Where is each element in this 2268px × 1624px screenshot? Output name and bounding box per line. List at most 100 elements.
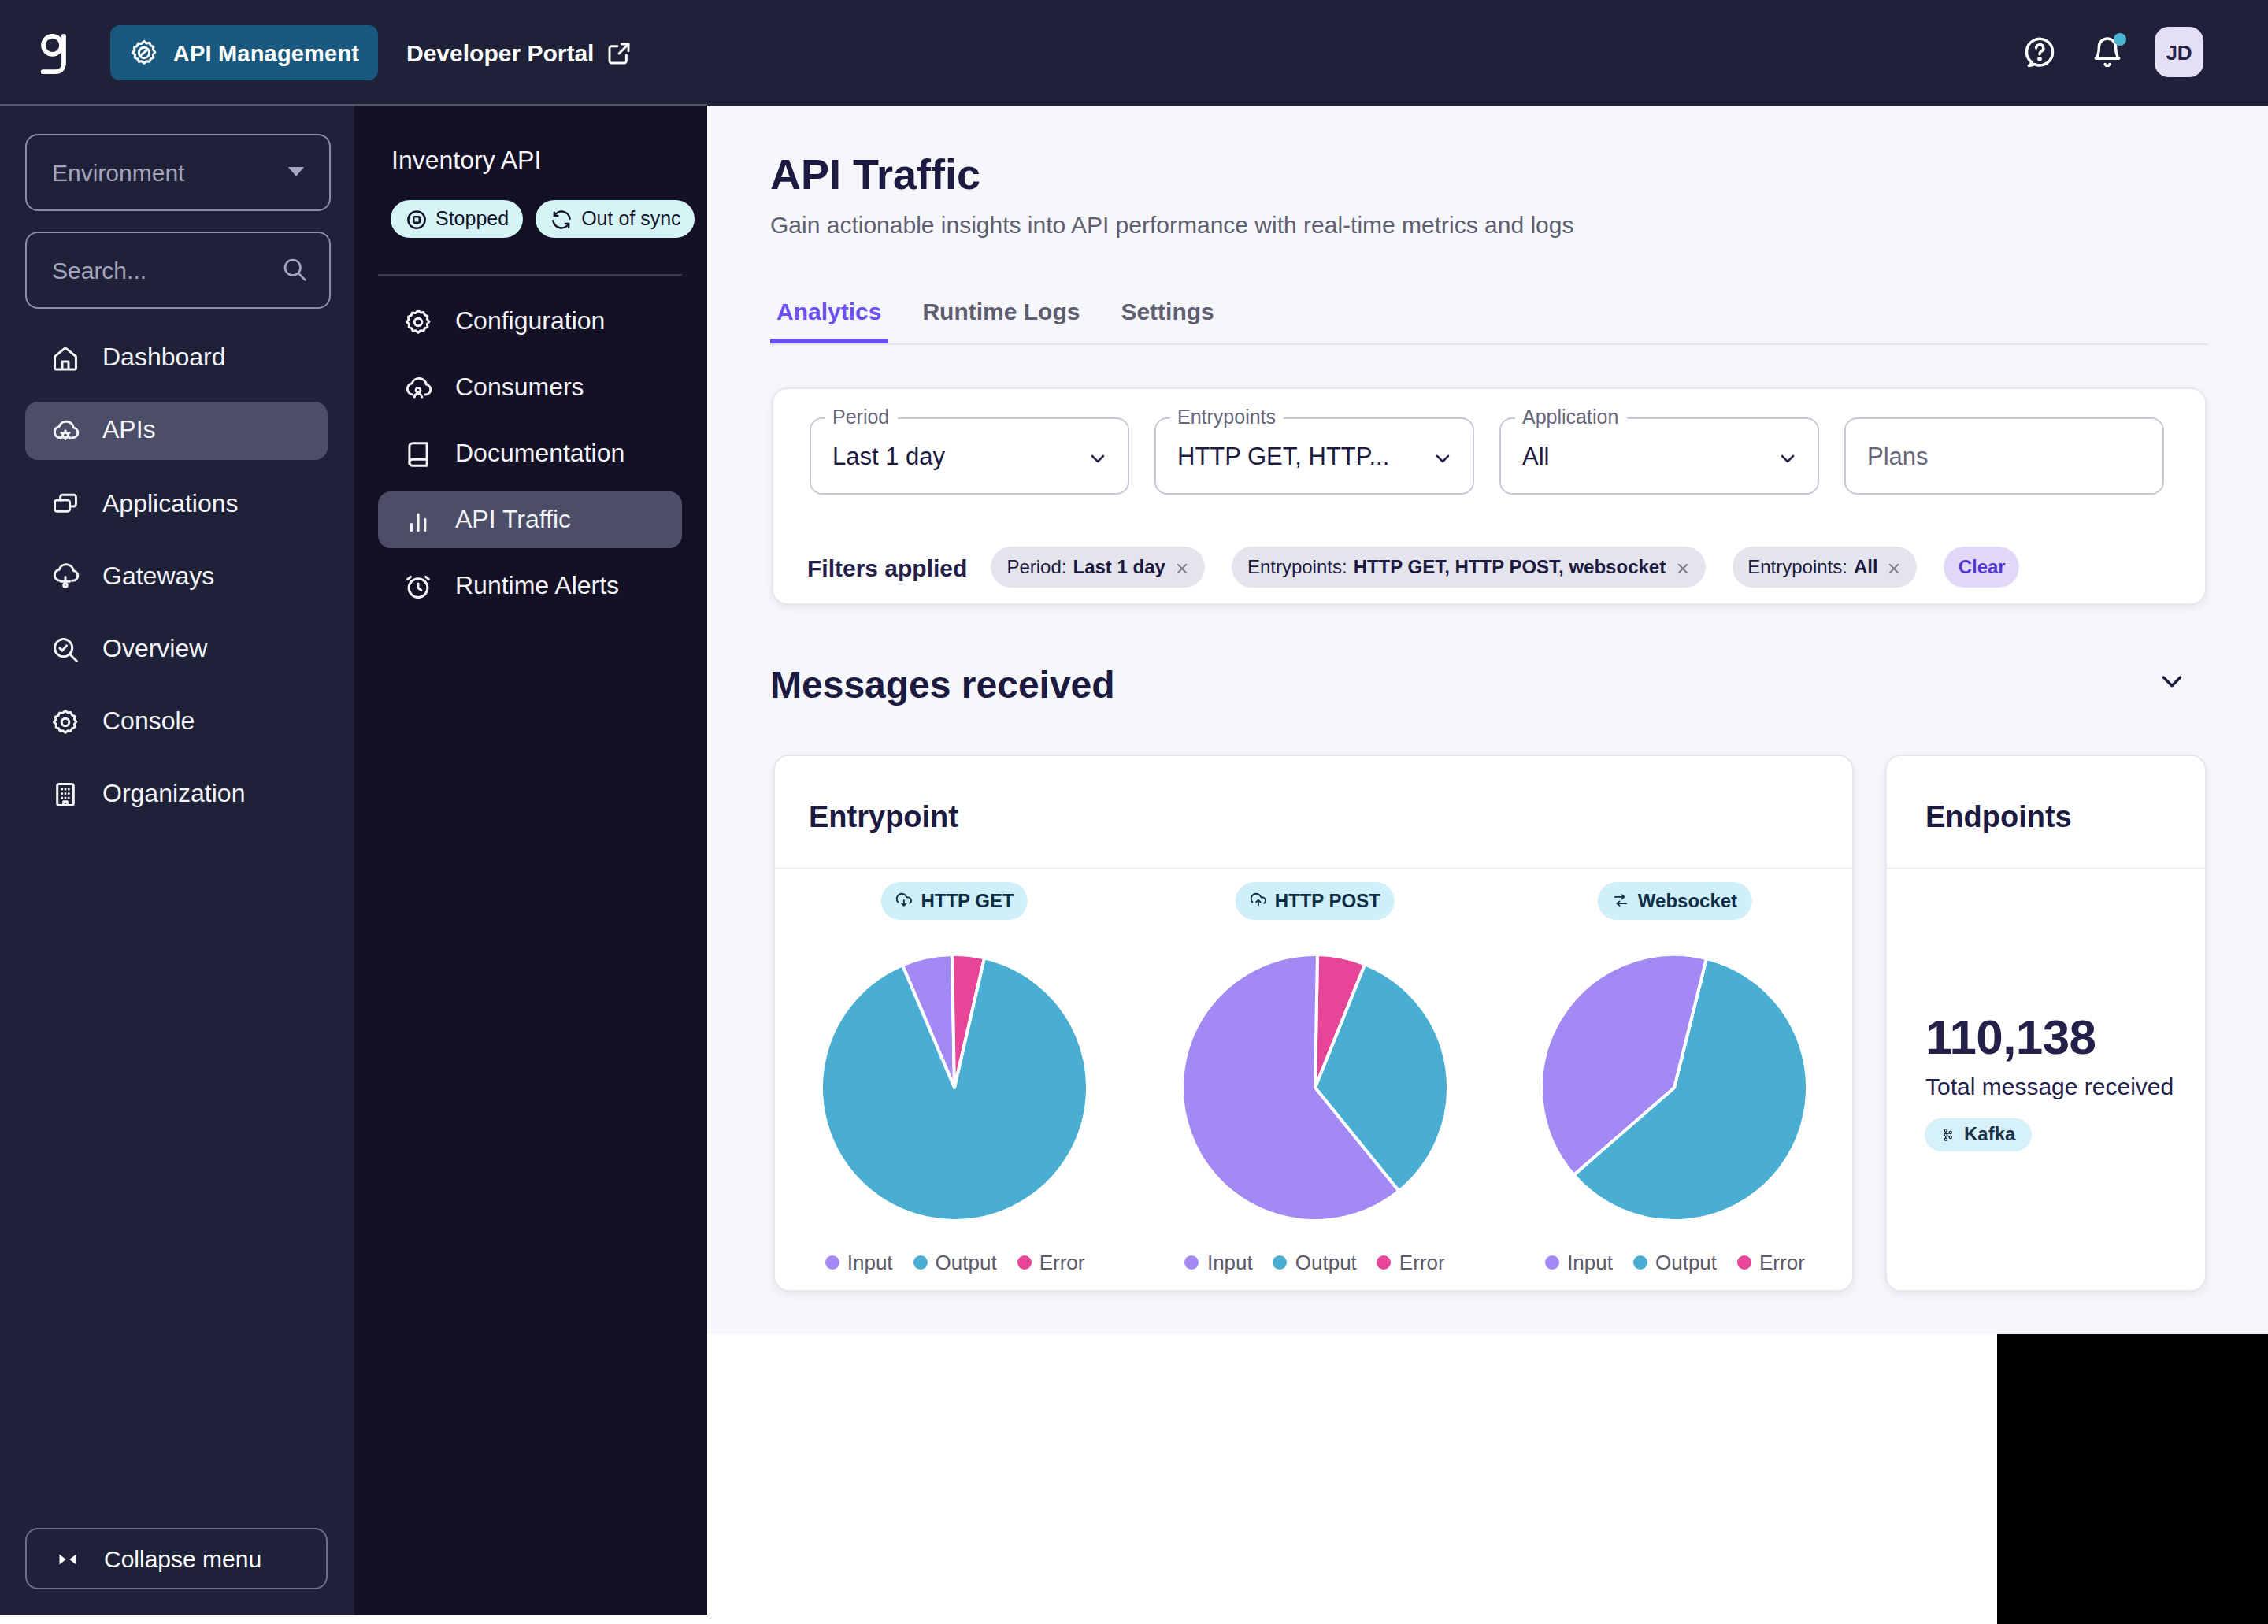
collapse-section-icon[interactable] [2159, 673, 2184, 691]
search-input[interactable]: Search... [25, 231, 331, 308]
divider [378, 273, 681, 275]
endpoints-card-title: Endpoints [1925, 799, 2072, 834]
close-icon[interactable] [1175, 560, 1189, 574]
cloud-upload-icon [1250, 892, 1267, 910]
filter-chip-entrypoints[interactable]: Entrypoints: HTTP GET, HTTP POST, websoc… [1232, 547, 1705, 588]
alarm-clock-icon [403, 571, 433, 601]
total-messages-label: Total message received [1925, 1072, 2174, 1099]
filters-card: Period Last 1 day Entrypoints HTTP GET, … [772, 387, 2207, 604]
sidebar-item-gateways[interactable]: Gateways [25, 547, 328, 606]
gravitee-logo[interactable] [39, 32, 68, 76]
developer-portal-link[interactable]: Developer Portal [406, 0, 632, 106]
avatar[interactable]: JD [2155, 27, 2203, 77]
gear-icon [403, 306, 433, 336]
kafka-badge: Kafka [1925, 1118, 2031, 1151]
application-select[interactable]: Application All [1499, 417, 1818, 495]
book-icon [403, 439, 433, 469]
caret-down-icon [288, 167, 304, 176]
api-nav-api-traffic[interactable]: API Traffic [378, 491, 681, 548]
search-check-icon [50, 634, 80, 664]
applied-filters-row: Filters applied Period: Last 1 day Entry… [807, 547, 2020, 588]
gear-icon [129, 38, 159, 68]
kafka-icon [1940, 1127, 1955, 1141]
sync-icon [550, 207, 573, 231]
chevron-down-icon [1777, 449, 1796, 468]
environment-select[interactable]: Environment [25, 133, 331, 210]
notification-badge [2114, 33, 2126, 46]
api-nav: Configuration Consumers [378, 293, 681, 624]
cloud-person-icon [403, 373, 433, 402]
home-icon [50, 343, 80, 373]
sidebar-item-overview[interactable]: Overview [25, 620, 328, 679]
notifications-bell-icon[interactable] [2090, 35, 2125, 69]
pie-column-http-post: HTTP POST Input Output Error [1135, 868, 1495, 1292]
filter-chip-period[interactable]: Period: Last 1 day [991, 547, 1204, 588]
pie-chart-http-get [819, 951, 1091, 1223]
section-title: Messages received [770, 663, 1115, 707]
api-management-label: API Management [173, 40, 359, 65]
entrypoints-select[interactable]: Entrypoints HTTP GET, HTTP... [1154, 417, 1473, 495]
api-nav-documentation[interactable]: Documentation [378, 425, 681, 482]
building-icon [50, 780, 80, 810]
endpoints-card: Endpoints 110,138 Total message received… [1884, 754, 2207, 1291]
tab-bar: Analytics Runtime Logs Settings [770, 298, 2208, 345]
external-link-icon [606, 40, 632, 65]
tab-settings[interactable]: Settings [1114, 298, 1220, 343]
help-icon[interactable] [2022, 35, 2057, 69]
main-sidebar: Environment Search... Dashboard [0, 106, 354, 1614]
tab-analytics[interactable]: Analytics [770, 298, 888, 343]
api-nav-runtime-alerts[interactable]: Runtime Alerts [378, 558, 681, 614]
plans-field[interactable]: Plans [1844, 417, 2163, 495]
api-nav-configuration[interactable]: Configuration [378, 293, 681, 350]
sidebar-item-organization[interactable]: Organization [25, 765, 328, 824]
filters-applied-label: Filters applied [807, 554, 967, 580]
filter-chip-entrypoints-all[interactable]: Entrypoints: All [1732, 547, 1917, 588]
api-name: Inventory API [391, 146, 541, 175]
cloud-gear-icon [50, 416, 80, 446]
entrypoint-card-title: Entrypoint [809, 799, 958, 834]
clear-filters-button[interactable]: Clear [1944, 547, 2020, 588]
sidebar-item-console[interactable]: Console [25, 692, 328, 751]
topbar: API Management Developer Portal [0, 0, 2268, 106]
pie-chart-http-post [1179, 951, 1451, 1223]
page-subtitle: Gain actionable insights into API perfor… [770, 209, 1574, 239]
period-select[interactable]: Period Last 1 day [809, 417, 1128, 495]
main-nav: Dashboard APIs [25, 328, 328, 838]
cloud-download-icon [895, 892, 913, 910]
page-title: API Traffic [770, 148, 980, 202]
status-badge-stopped: Stopped [390, 200, 523, 238]
tab-runtime-logs[interactable]: Runtime Logs [916, 298, 1086, 343]
pie-legend: Input Output Error [775, 1251, 1135, 1274]
pie-legend: Input Output Error [1135, 1251, 1495, 1274]
settings-gear-icon [50, 706, 80, 736]
http-get-badge: HTTP GET [881, 882, 1028, 919]
sidebar-item-apis[interactable]: APIs [25, 401, 328, 460]
pie-column-http-get: HTTP GET Input Output Error [775, 868, 1135, 1292]
close-icon[interactable] [1888, 560, 1902, 574]
close-icon[interactable] [1675, 560, 1689, 574]
divider [1886, 868, 2205, 869]
applications-icon [50, 488, 80, 518]
api-management-app: API Management Developer Portal [0, 0, 2268, 1624]
pie-column-websocket: Websocket Input Output Error [1495, 868, 1855, 1292]
total-messages-value: 110,138 [1925, 1009, 2096, 1066]
entrypoint-card: Entrypoint HTTP GET Input Output [773, 754, 1854, 1291]
sidebar-item-applications[interactable]: Applications [25, 474, 328, 533]
pie-chart-websocket [1539, 951, 1811, 1223]
cloud-gateway-icon [50, 562, 80, 591]
bar-chart-icon [403, 505, 433, 535]
chevron-down-icon [1432, 449, 1451, 468]
sidebar-item-dashboard[interactable]: Dashboard [25, 328, 328, 387]
chevron-down-icon [1088, 449, 1106, 468]
api-nav-consumers[interactable]: Consumers [378, 359, 681, 416]
main-content: API Traffic Gain actionable insights int… [706, 106, 2268, 1624]
search-icon [280, 255, 309, 284]
collapse-menu-button[interactable]: Collapse menu [25, 1528, 328, 1589]
collapse-icon [57, 1548, 79, 1570]
api-management-button[interactable]: API Management [110, 25, 378, 80]
websocket-icon [1613, 892, 1630, 910]
api-sidebar: Inventory API Stopped Out of sync [354, 106, 706, 1614]
stop-circle-icon [404, 207, 428, 231]
websocket-badge: Websocket [1599, 882, 1751, 919]
status-badge-out-of-sync: Out of sync [536, 200, 695, 238]
